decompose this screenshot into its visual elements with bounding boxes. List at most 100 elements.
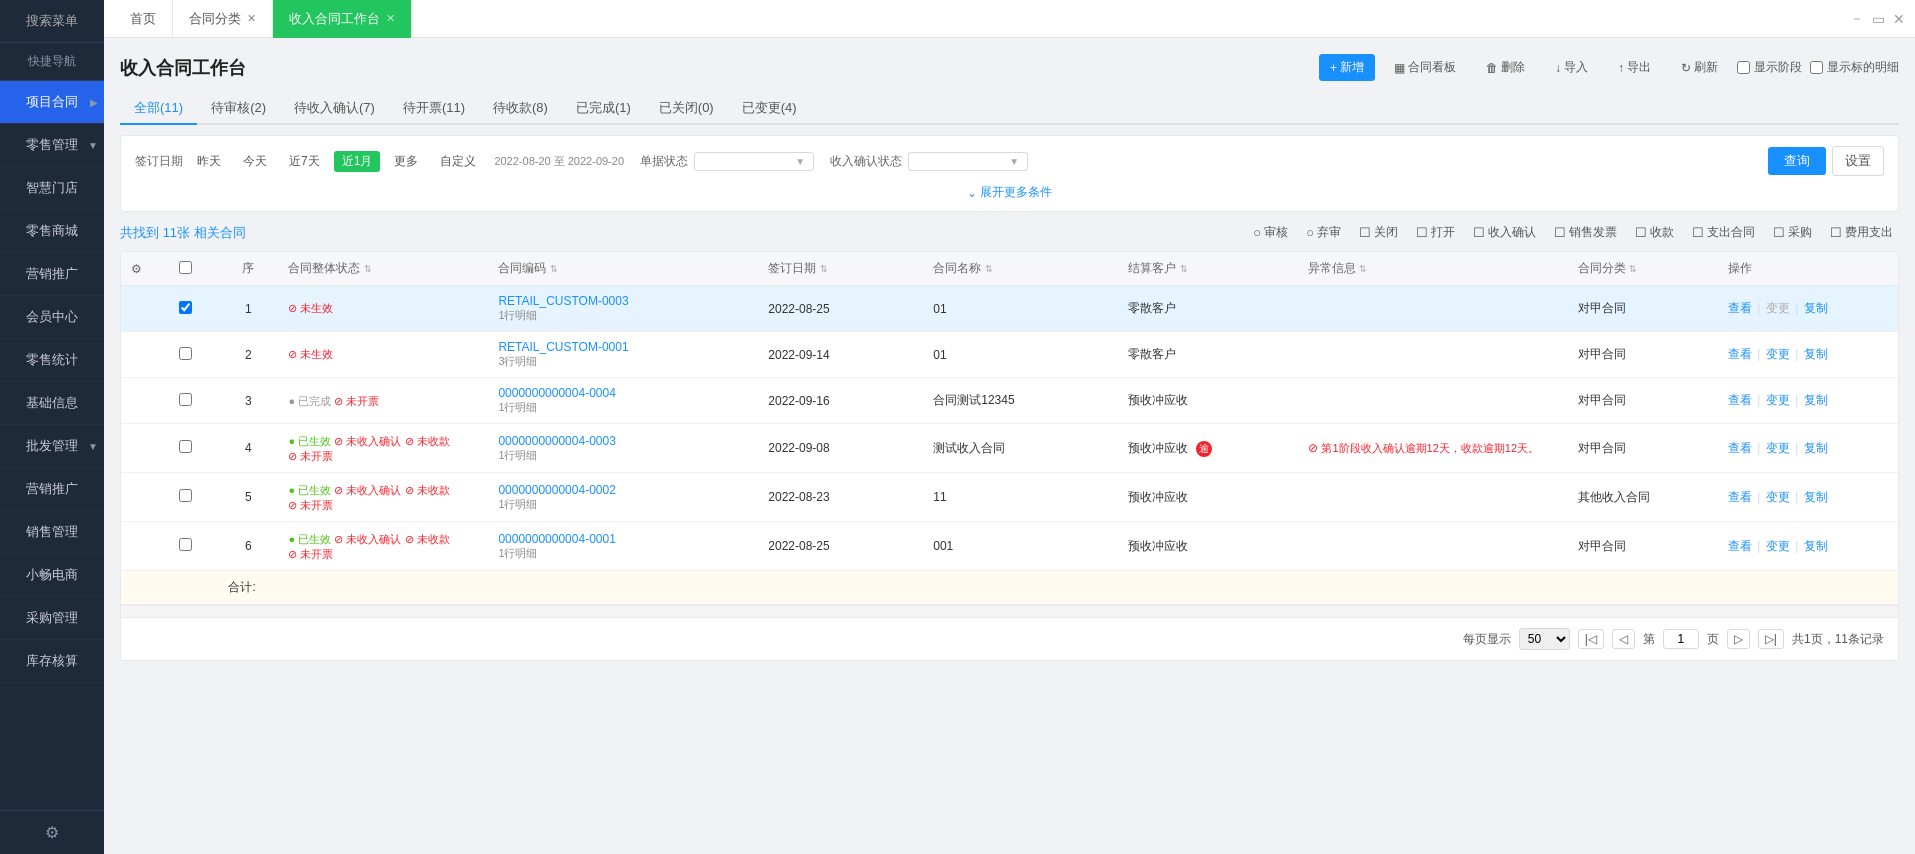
query-button[interactable]: 查询	[1768, 147, 1826, 175]
col-customer-header[interactable]: 结算客户 ⇅	[1118, 252, 1298, 286]
tab-contract-cat-close[interactable]: ✕	[247, 12, 256, 25]
op-view[interactable]: 查看	[1728, 347, 1752, 361]
filter-option-today[interactable]: 今天	[235, 151, 275, 172]
sidebar-search[interactable]: 搜索菜单	[0, 0, 104, 43]
action-print[interactable]: ☐ 打开	[1410, 222, 1461, 243]
table-scrollbar[interactable]	[121, 605, 1898, 617]
row-checkbox[interactable]	[179, 538, 192, 551]
action-abandon[interactable]: ○ 弃审	[1300, 222, 1347, 243]
filter-tab-pending-invoice[interactable]: 待开票(11)	[389, 93, 479, 125]
cell-check[interactable]	[169, 522, 218, 571]
op-copy[interactable]: 复制	[1804, 490, 1828, 504]
cell-check[interactable]	[169, 473, 218, 522]
filter-tab-completed[interactable]: 已完成(1)	[562, 93, 645, 125]
filter-tab-all[interactable]: 全部(11)	[120, 93, 197, 125]
sidebar-item-member[interactable]: 会员中心	[0, 296, 104, 339]
income-confirm-select[interactable]: ▼	[908, 152, 1028, 171]
filter-tab-pending-payment[interactable]: 待收款(8)	[479, 93, 562, 125]
sidebar-item-inventory[interactable]: 库存核算	[0, 640, 104, 683]
col-check-header[interactable]	[169, 252, 218, 286]
action-sales-invoice[interactable]: ☐ 销售发票	[1548, 222, 1623, 243]
sidebar-settings[interactable]: ⚙	[0, 810, 104, 854]
col-exception-header[interactable]: 异常信息 ⇅	[1298, 252, 1568, 286]
expand-filter-btn[interactable]: ⌄ 展开更多条件	[967, 184, 1052, 201]
setting-button[interactable]: 设置	[1832, 146, 1884, 176]
doc-status-select[interactable]: ▼	[694, 152, 814, 171]
last-page-btn[interactable]: ▷|	[1758, 629, 1784, 649]
tab-income-workbench[interactable]: 收入合同工作台 ✕	[273, 0, 412, 38]
op-view[interactable]: 查看	[1728, 490, 1752, 504]
page-input[interactable]	[1663, 629, 1699, 649]
sidebar-item-wholesale[interactable]: 批发管理 ▼	[0, 425, 104, 468]
row-checkbox[interactable]	[179, 440, 192, 453]
show-detail-checkbox[interactable]: 显示标的明细	[1810, 59, 1899, 76]
tab-home[interactable]: 首页	[114, 0, 173, 38]
col-status-header[interactable]: 合同整体状态 ⇅	[278, 252, 488, 286]
contract-code-link[interactable]: 0000000000004-0003	[498, 434, 615, 448]
op-copy[interactable]: 复制	[1804, 539, 1828, 553]
sidebar-item-retail2[interactable]: 零售商城	[0, 210, 104, 253]
filter-option-custom[interactable]: 自定义	[432, 151, 484, 172]
sidebar-item-marketing2[interactable]: 营销推广	[0, 468, 104, 511]
next-page-btn[interactable]: ▷	[1727, 629, 1750, 649]
filter-tab-pending-confirm[interactable]: 待收入确认(7)	[280, 93, 389, 125]
contract-code-link[interactable]: RETAIL_CUSTOM-0001	[498, 340, 628, 354]
sidebar-item-stats[interactable]: 零售统计	[0, 339, 104, 382]
export-button[interactable]: ↑ 导出	[1607, 54, 1662, 81]
sidebar-item-purchase[interactable]: 采购管理	[0, 597, 104, 640]
filter-tab-changed[interactable]: 已变更(4)	[728, 93, 811, 125]
prev-page-btn[interactable]: ◁	[1612, 629, 1635, 649]
filter-option-1month[interactable]: 近1月	[334, 151, 381, 172]
filter-tab-pending-review[interactable]: 待审核(2)	[197, 93, 280, 125]
action-expense[interactable]: ☐ 费用支出	[1824, 222, 1899, 243]
delete-button[interactable]: 🗑 删除	[1475, 54, 1536, 81]
contract-code-link[interactable]: 0000000000004-0002	[498, 483, 615, 497]
action-purchase[interactable]: ☐ 采购	[1767, 222, 1818, 243]
sidebar-item-basic[interactable]: 基础信息	[0, 382, 104, 425]
op-change[interactable]: 变更	[1766, 347, 1790, 361]
show-segment-checkbox[interactable]: 显示阶段	[1737, 59, 1802, 76]
filter-option-more[interactable]: 更多	[386, 151, 426, 172]
row-checkbox[interactable]	[179, 301, 192, 314]
op-view[interactable]: 查看	[1728, 441, 1752, 455]
filter-option-yesterday[interactable]: 昨天	[189, 151, 229, 172]
cell-check[interactable]	[169, 378, 218, 424]
op-change[interactable]: 变更	[1766, 441, 1790, 455]
op-change[interactable]: 变更	[1766, 539, 1790, 553]
close-icon[interactable]: ✕	[1893, 11, 1905, 27]
restore-icon[interactable]: ▭	[1872, 11, 1885, 27]
refresh-button[interactable]: ↻ 刷新	[1670, 54, 1729, 81]
op-view[interactable]: 查看	[1728, 539, 1752, 553]
cell-check[interactable]	[169, 332, 218, 378]
row-checkbox[interactable]	[179, 347, 192, 360]
action-pay-contract[interactable]: ☐ 支出合同	[1686, 222, 1761, 243]
tab-income-workbench-close[interactable]: ✕	[386, 12, 395, 25]
col-category-header[interactable]: 合同分类 ⇅	[1568, 252, 1718, 286]
minus-icon[interactable]: －	[1850, 10, 1864, 28]
contract-code-link[interactable]: 0000000000004-0004	[498, 386, 615, 400]
op-change[interactable]: 变更	[1766, 301, 1790, 315]
op-change[interactable]: 变更	[1766, 490, 1790, 504]
cell-check[interactable]	[169, 424, 218, 473]
op-copy[interactable]: 复制	[1804, 441, 1828, 455]
op-change[interactable]: 变更	[1766, 393, 1790, 407]
action-review[interactable]: ○ 审核	[1247, 222, 1294, 243]
row-checkbox[interactable]	[179, 393, 192, 406]
col-date-header[interactable]: 签订日期 ⇅	[758, 252, 923, 286]
op-copy[interactable]: 复制	[1804, 347, 1828, 361]
contract-code-link[interactable]: RETAIL_CUSTOM-0003	[498, 294, 628, 308]
first-page-btn[interactable]: |◁	[1578, 629, 1604, 649]
filter-option-7days[interactable]: 近7天	[281, 151, 328, 172]
kanban-button[interactable]: ▦ 合同看板	[1383, 54, 1467, 81]
op-view[interactable]: 查看	[1728, 301, 1752, 315]
tab-contract-cat[interactable]: 合同分类 ✕	[173, 0, 273, 38]
action-receive[interactable]: ☐ 收款	[1629, 222, 1680, 243]
op-view[interactable]: 查看	[1728, 393, 1752, 407]
show-detail-input[interactable]	[1810, 61, 1823, 74]
sidebar-item-sales[interactable]: 销售管理	[0, 511, 104, 554]
sidebar-nav[interactable]: 快捷导航	[0, 43, 104, 81]
sidebar-item-ecommerce[interactable]: 小畅电商	[0, 554, 104, 597]
op-copy[interactable]: 复制	[1804, 393, 1828, 407]
filter-tab-closed[interactable]: 已关闭(0)	[645, 93, 728, 125]
page-size-select[interactable]: 50 10 20 100	[1519, 628, 1570, 650]
